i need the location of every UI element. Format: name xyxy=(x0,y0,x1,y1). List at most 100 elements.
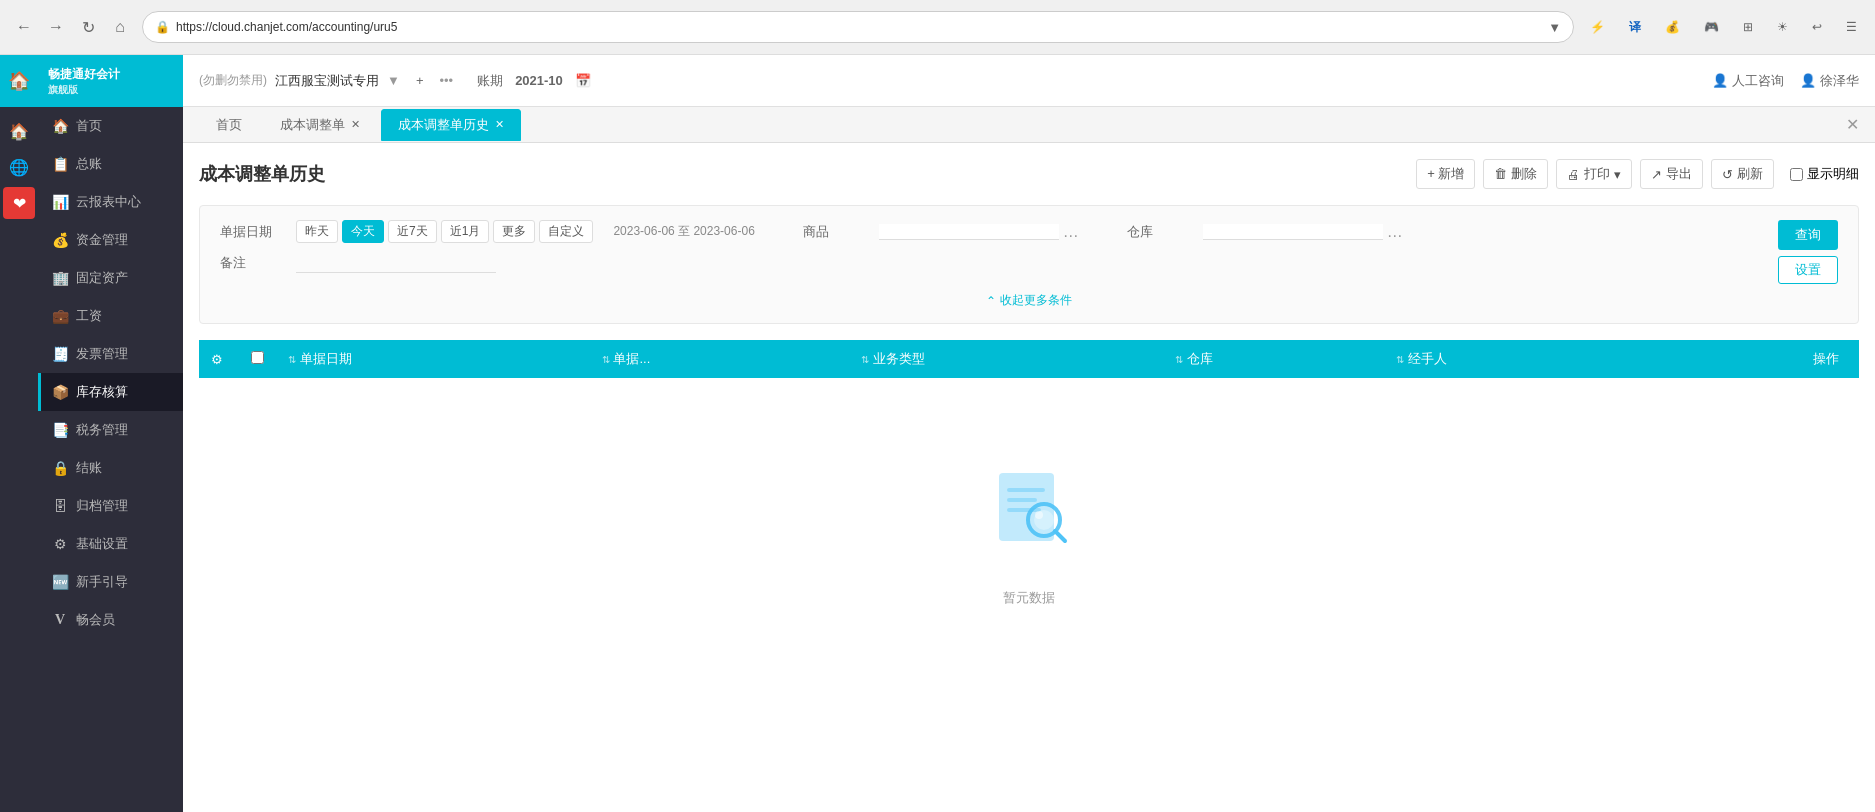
7days-btn[interactable]: 近7天 xyxy=(388,220,437,243)
sidebar-item-reports[interactable]: 📊 云报表中心 xyxy=(38,183,183,221)
browser-nav-buttons: ← → ↻ ⌂ xyxy=(10,13,134,41)
user-btn[interactable]: 👤 徐泽华 xyxy=(1800,72,1859,90)
close-all-tabs-btn[interactable]: ✕ xyxy=(1846,115,1859,134)
member-icon: V xyxy=(52,612,68,628)
product-dots[interactable]: … xyxy=(1063,223,1079,241)
page-title: 成本调整单历史 xyxy=(199,162,325,186)
sidebar-item-settings[interactable]: ⚙ 基础设置 xyxy=(38,525,183,563)
sidebar-label-funds: 资金管理 xyxy=(76,231,128,249)
tab-cost-adjust-history-close[interactable]: ✕ xyxy=(495,118,504,131)
sidebar-item-salary[interactable]: 💼 工资 xyxy=(38,297,183,335)
icon-bar-social[interactable]: 🌐 xyxy=(3,151,35,183)
tab-cost-adjust[interactable]: 成本调整单 ✕ xyxy=(263,109,377,141)
brightness-icon[interactable]: ☀ xyxy=(1769,16,1796,38)
product-input[interactable] xyxy=(879,224,1059,240)
display-detail-checkbox-container: 显示明细 xyxy=(1790,165,1859,183)
refresh-btn[interactable]: ↺ 刷新 xyxy=(1711,159,1774,189)
svg-point-7 xyxy=(1035,511,1043,519)
tab-home[interactable]: 首页 xyxy=(199,109,259,141)
sidebar-item-archive[interactable]: 🗄 归档管理 xyxy=(38,487,183,525)
new-btn[interactable]: + 新增 xyxy=(1416,159,1475,189)
wallet-icon[interactable]: 💰 xyxy=(1657,16,1688,38)
query-btn[interactable]: 查询 xyxy=(1778,220,1838,250)
col-action: 操作 xyxy=(1651,340,1859,378)
empty-state: 暂元数据 xyxy=(199,378,1859,687)
icon-bar-home[interactable]: 🏠 xyxy=(3,115,35,147)
sidebar-item-assets[interactable]: 🏢 固定资产 xyxy=(38,259,183,297)
service-btn[interactable]: 👤 人工咨询 xyxy=(1712,72,1784,90)
col-settings-icon[interactable]: ⚙ xyxy=(211,352,223,367)
sidebar-item-ledger[interactable]: 📋 总账 xyxy=(38,145,183,183)
menu-icon[interactable]: ☰ xyxy=(1838,16,1865,38)
tab-cost-adjust-history[interactable]: 成本调整单历史 ✕ xyxy=(381,109,521,141)
sidebar-item-member[interactable]: V 畅会员 xyxy=(38,601,183,639)
translate-icon[interactable]: 译 xyxy=(1621,15,1649,40)
sidebar-item-inventory[interactable]: 📦 库存核算 xyxy=(38,373,183,411)
sidebar-label-settings: 基础设置 xyxy=(76,535,128,553)
delete-btn[interactable]: 🗑 删除 xyxy=(1483,159,1548,189)
sidebar-menu: 🏠 首页 📋 总账 📊 云报表中心 💰 资金管理 🏢 固定资产 xyxy=(38,107,183,812)
sidebar-item-tax[interactable]: 📑 税务管理 xyxy=(38,411,183,449)
col-date[interactable]: ⇅ 单据日期 xyxy=(276,340,590,378)
main-content: (勿删勿禁用) 江西服宝测试专用 ▼ + ••• 账期 2021-10 📅 👤 … xyxy=(183,55,1875,812)
date-quick-buttons: 昨天 今天 近7天 近1月 更多 自定义 xyxy=(296,220,593,243)
sidebar-item-funds[interactable]: 💰 资金管理 xyxy=(38,221,183,259)
page-header: 成本调整单历史 + 新增 🗑 删除 🖨 打印 ▾ ↗ 导出 xyxy=(199,159,1859,189)
display-detail-checkbox[interactable] xyxy=(1790,168,1803,181)
icon-bar-active[interactable]: ❤ xyxy=(3,187,35,219)
sidebar-label-invoice: 发票管理 xyxy=(76,345,128,363)
add-btn[interactable]: + xyxy=(416,73,424,88)
sidebar-item-invoice[interactable]: 🧾 发票管理 xyxy=(38,335,183,373)
col-warehouse-label: 仓库 xyxy=(1187,351,1213,366)
apps-icon[interactable]: ⊞ xyxy=(1735,16,1761,38)
workspace-name: 江西服宝测试专用 xyxy=(275,72,379,90)
refresh-button[interactable]: ↻ xyxy=(74,13,102,41)
svg-rect-0 xyxy=(999,473,1054,541)
print-dropdown-icon[interactable]: ▾ xyxy=(1614,167,1621,182)
tab-cost-adjust-label: 成本调整单 xyxy=(280,116,345,134)
1month-btn[interactable]: 近1月 xyxy=(441,220,490,243)
invoice-icon: 🧾 xyxy=(52,346,68,362)
remark-input[interactable] xyxy=(296,253,496,273)
top-nav: (勿删勿禁用) 江西服宝测试专用 ▼ + ••• 账期 2021-10 📅 👤 … xyxy=(183,55,1875,107)
game-icon[interactable]: 🎮 xyxy=(1696,16,1727,38)
product-select[interactable]: … xyxy=(879,223,1079,241)
warehouse-select[interactable]: … xyxy=(1203,223,1403,241)
col-checkbox[interactable] xyxy=(239,340,276,378)
undo-icon[interactable]: ↩ xyxy=(1804,16,1830,38)
tab-cost-adjust-close[interactable]: ✕ xyxy=(351,118,360,131)
ssl-icon: 🔒 xyxy=(155,20,170,34)
back-button[interactable]: ← xyxy=(10,13,38,41)
sidebar-item-guide[interactable]: 🆕 新手引导 xyxy=(38,563,183,601)
col-warehouse[interactable]: ⇅ 仓库 xyxy=(1163,340,1384,378)
custom-btn[interactable]: 自定义 xyxy=(539,220,593,243)
workspace-prefix: (勿删勿禁用) xyxy=(199,72,267,89)
warehouse-dots[interactable]: … xyxy=(1387,223,1403,241)
extension-icon[interactable]: ⚡ xyxy=(1582,16,1613,38)
col-number[interactable]: ⇅ 单据... xyxy=(590,340,850,378)
yesterday-btn[interactable]: 昨天 xyxy=(296,220,338,243)
workspace-dropdown[interactable]: ▼ xyxy=(387,73,400,88)
today-btn[interactable]: 今天 xyxy=(342,220,384,243)
col-handler[interactable]: ⇅ 经手人 xyxy=(1384,340,1651,378)
warehouse-input[interactable] xyxy=(1203,224,1383,240)
funds-icon: 💰 xyxy=(52,232,68,248)
col-settings[interactable]: ⚙ xyxy=(199,340,239,378)
address-bar[interactable]: 🔒 https://cloud.chanjet.com/accounting/u… xyxy=(142,11,1574,43)
col-action-label: 操作 xyxy=(1813,351,1839,366)
more-btn[interactable]: 更多 xyxy=(493,220,535,243)
sidebar-item-closing[interactable]: 🔒 结账 xyxy=(38,449,183,487)
home-button[interactable]: ⌂ xyxy=(106,13,134,41)
col-type[interactable]: ⇅ 业务类型 xyxy=(849,340,1163,378)
select-all-checkbox[interactable] xyxy=(251,351,264,364)
collapse-filter-btn[interactable]: ⌃ 收起更多条件 xyxy=(220,292,1838,309)
sidebar-item-home[interactable]: 🏠 首页 xyxy=(38,107,183,145)
more-btn[interactable]: ••• xyxy=(439,73,453,88)
inventory-icon: 📦 xyxy=(52,384,68,400)
filter-settings-btn[interactable]: 设置 xyxy=(1778,256,1838,284)
print-btn[interactable]: 🖨 打印 ▾ xyxy=(1556,159,1632,189)
dropdown-icon[interactable]: ▼ xyxy=(1548,20,1561,35)
calendar-icon[interactable]: 📅 xyxy=(575,73,591,88)
forward-button[interactable]: → xyxy=(42,13,70,41)
export-btn[interactable]: ↗ 导出 xyxy=(1640,159,1703,189)
